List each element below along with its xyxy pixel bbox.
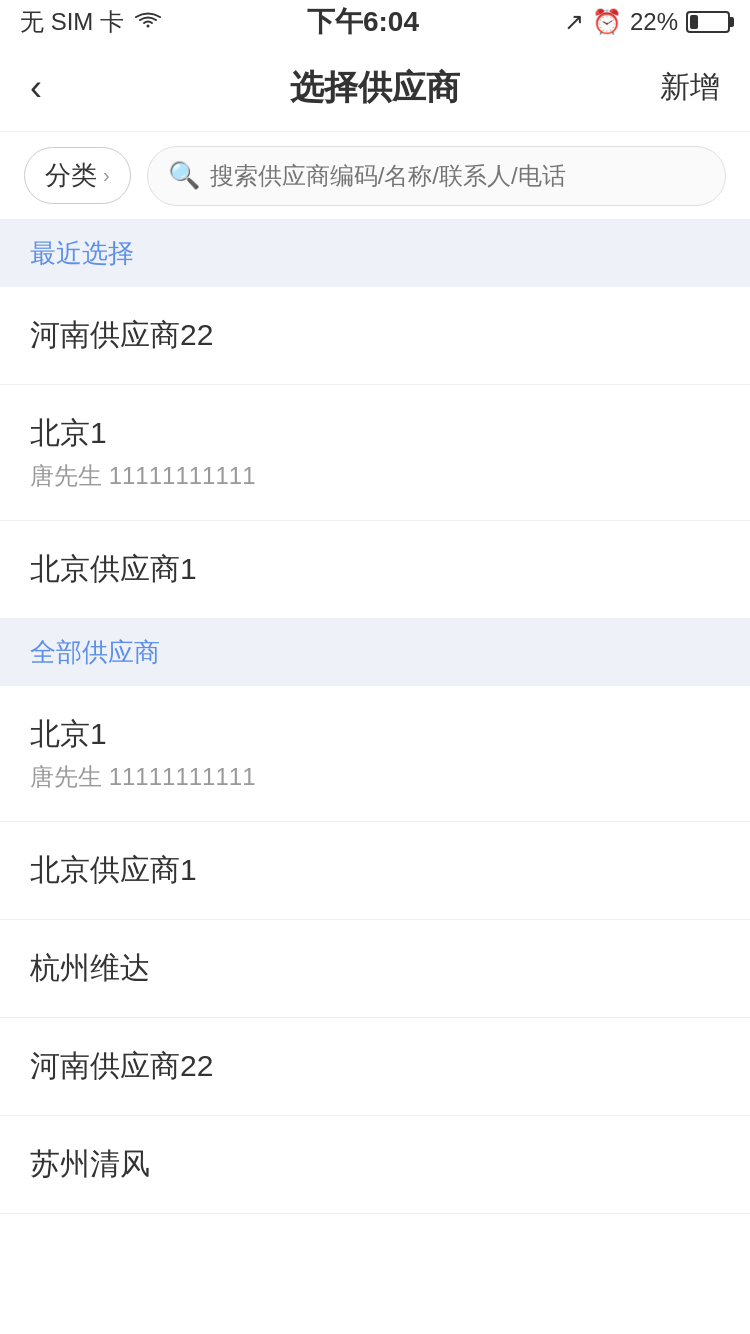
item-name: 北京1 [30,413,720,454]
list-item[interactable]: 北京1 唐先生 11111111111 [0,385,750,521]
sim-indicator: 无 SIM 卡 [20,6,124,38]
chevron-right-icon: › [103,164,110,187]
list-item[interactable]: 北京供应商1 [0,521,750,619]
list-item[interactable]: 苏州清风 [0,1116,750,1214]
nav-bar: ‹ 选择供应商 新增 [0,44,750,132]
battery-icon [686,11,730,33]
item-name: 苏州清风 [30,1144,720,1185]
location-icon: ↗ [564,8,584,36]
status-right: ↗ ⏰ 22% [564,8,730,36]
item-sub: 唐先生 11111111111 [30,460,720,492]
recent-section-header: 最近选择 [0,220,750,287]
alarm-icon: ⏰ [592,8,622,36]
item-sub: 唐先生 11111111111 [30,761,720,793]
search-icon: 🔍 [168,160,200,191]
wifi-icon [134,8,162,36]
status-bar: 无 SIM 卡 下午6:04 ↗ ⏰ 22% [0,0,750,44]
item-name: 河南供应商22 [30,1046,720,1087]
all-suppliers-list: 北京1 唐先生 11111111111 北京供应商1 杭州维达河南供应商22 苏州清风 [0,686,750,1214]
all-section-header: 全部供应商 [0,619,750,686]
search-input[interactable] [210,162,705,190]
page-title: 选择供应商 [90,65,660,111]
status-time: 下午6:04 [307,3,419,41]
category-label: 分类 [45,158,97,193]
item-name: 北京供应商1 [30,549,720,590]
list-item[interactable]: 北京1 唐先生 11111111111 [0,686,750,822]
search-box: 🔍 [147,146,726,206]
list-item[interactable]: 河南供应商22 [0,1018,750,1116]
recent-section-label: 最近选择 [30,238,134,268]
all-section-label: 全部供应商 [30,637,160,667]
item-name: 杭州维达 [30,948,720,989]
list-item[interactable]: 杭州维达 [0,920,750,1018]
filter-bar: 分类 › 🔍 [0,132,750,220]
status-left: 无 SIM 卡 [20,6,162,38]
recent-list: 河南供应商22 北京1 唐先生 11111111111 北京供应商1 [0,287,750,619]
list-item[interactable]: 北京供应商1 [0,822,750,920]
list-item[interactable]: 河南供应商22 [0,287,750,385]
back-button[interactable]: ‹ [30,67,90,109]
item-name: 北京1 [30,714,720,755]
category-button[interactable]: 分类 › [24,147,131,204]
add-button[interactable]: 新增 [660,67,720,108]
item-name: 河南供应商22 [30,315,720,356]
item-name: 北京供应商1 [30,850,720,891]
battery-percent: 22% [630,8,678,36]
